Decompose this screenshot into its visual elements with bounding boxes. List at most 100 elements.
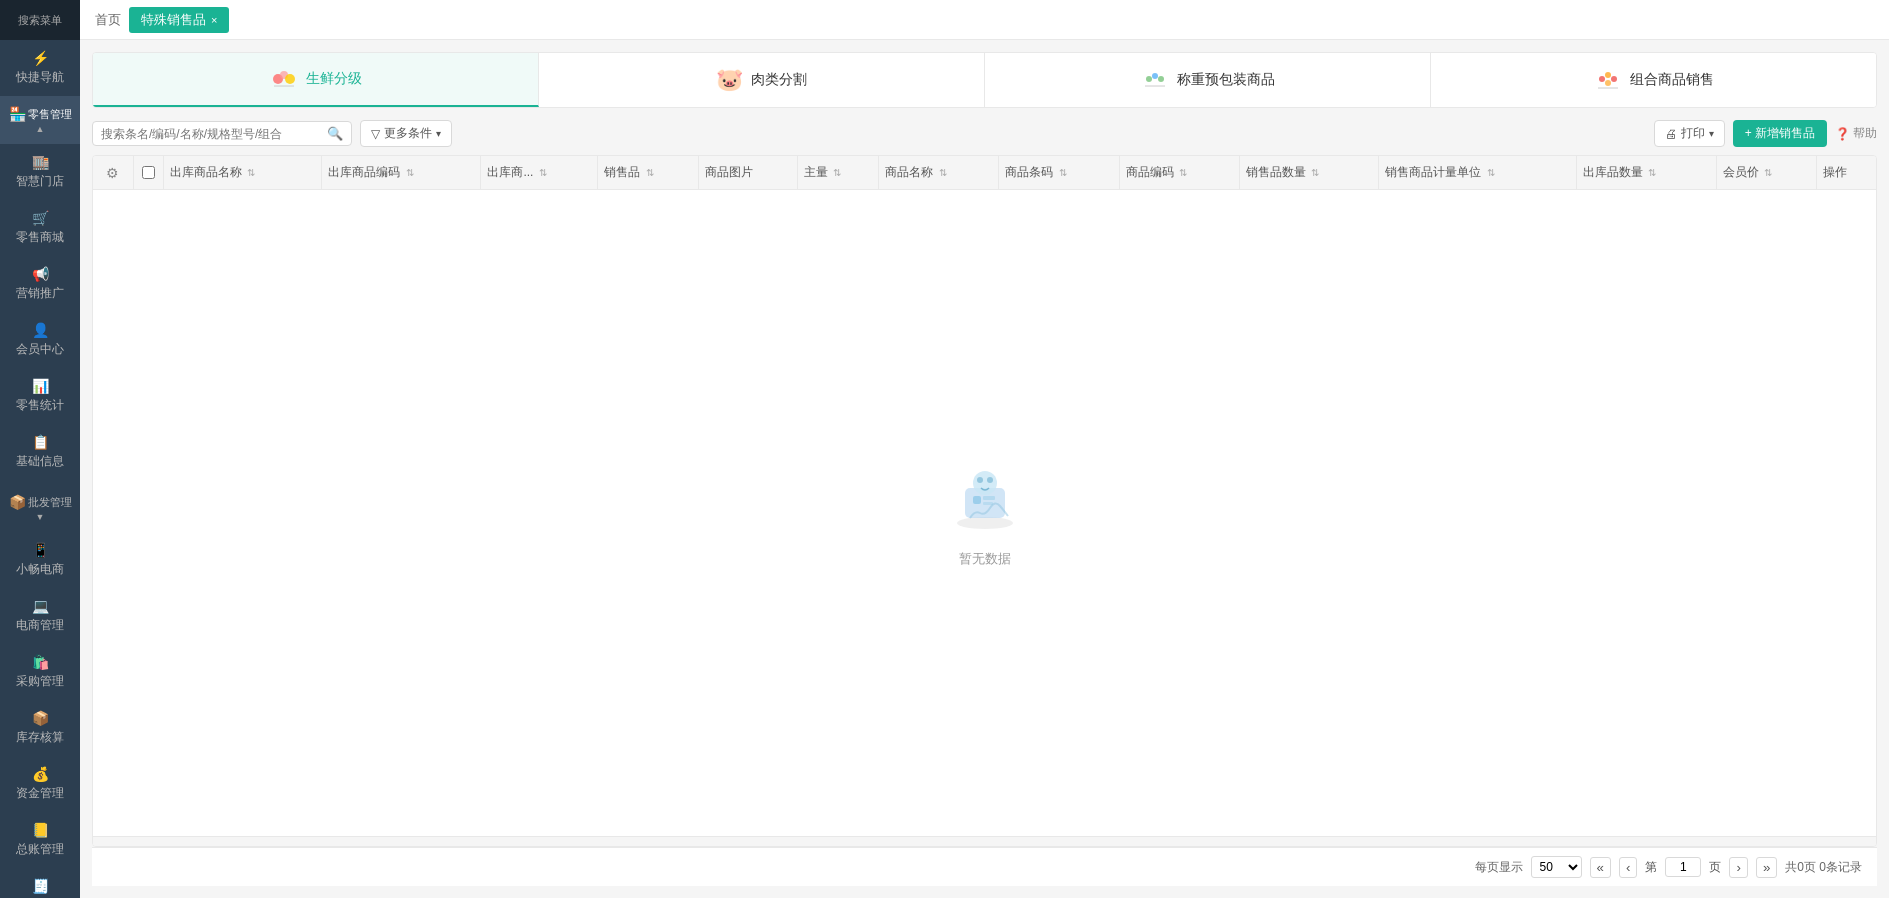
total-records: 共0页 0条记录	[1785, 859, 1862, 876]
sidebar-item-retail-stats[interactable]: 📊 零售统计	[0, 368, 80, 424]
sidebar-item-retail-mall[interactable]: 🛒 零售商城	[0, 200, 80, 256]
smart-store-icon: 🏬	[32, 154, 49, 170]
svg-point-9	[1605, 72, 1611, 78]
th-out-qty[interactable]: 出库品数量 ⇅	[1577, 156, 1717, 190]
search-input[interactable]	[101, 127, 322, 141]
cat-tab-weighing-prepack[interactable]: 称重预包装商品	[985, 53, 1431, 107]
svg-point-11	[1605, 80, 1611, 86]
sidebar-item-wholesale-mgmt[interactable]: 📦 批发管理 ▼	[0, 484, 80, 532]
sort-arrows-out-name: ⇅	[247, 167, 255, 178]
filter-dropdown-icon: ▾	[436, 128, 441, 139]
sidebar-item-smart-store[interactable]: 🏬 智慧门店	[0, 144, 80, 200]
retail-mgmt-arrow: ▲	[36, 124, 45, 134]
th-action: 操作	[1817, 156, 1876, 190]
sidebar-item-marketing[interactable]: 📢 营销推广	[0, 256, 80, 312]
sort-arrows-product-code: ⇅	[1179, 167, 1187, 178]
print-label: 打印	[1681, 125, 1705, 142]
search-icon[interactable]: 🔍	[327, 126, 343, 141]
horizontal-scrollbar[interactable]	[93, 836, 1876, 846]
sidebar-item-general-ledger[interactable]: 📒 总账管理	[0, 812, 80, 868]
svg-point-8	[1599, 76, 1605, 82]
th-product-name[interactable]: 商品名称 ⇅	[879, 156, 999, 190]
th-sale-item[interactable]: 销售品 ⇅	[598, 156, 699, 190]
print-button[interactable]: 🖨 打印 ▾	[1654, 120, 1725, 147]
th-member-price[interactable]: 会员价 ⇅	[1716, 156, 1817, 190]
inventory-icon: 📦	[32, 710, 49, 726]
th-product-code[interactable]: 商品编码 ⇅	[1119, 156, 1239, 190]
close-tab-button[interactable]: ×	[211, 14, 217, 26]
select-all-checkbox[interactable]	[142, 166, 155, 179]
svg-point-4	[1146, 76, 1152, 82]
first-page-button[interactable]: «	[1590, 857, 1611, 878]
prev-page-button[interactable]: ‹	[1619, 857, 1637, 878]
wholesale-mgmt-icon: 📦	[9, 494, 26, 510]
fresh-grade-icon	[270, 68, 298, 90]
printer-icon: 🖨	[1665, 127, 1677, 141]
th-sale-qty[interactable]: 销售品数量 ⇅	[1239, 156, 1379, 190]
sidebar-item-quick-nav[interactable]: ⚡ 快捷导航	[0, 40, 80, 96]
filter-icon: ▽	[371, 127, 380, 141]
basic-info-icon: 📋	[32, 434, 49, 450]
page-suffix: 页	[1709, 859, 1721, 876]
th-out-spec[interactable]: 出库商... ⇅	[481, 156, 598, 190]
quick-nav-icon: ⚡	[32, 50, 49, 66]
breadcrumb-home[interactable]: 首页	[95, 11, 121, 29]
next-page-button[interactable]: ›	[1729, 857, 1747, 878]
retail-mgmt-icon: 🏪	[9, 106, 26, 122]
help-button[interactable]: ❓ 帮助	[1835, 125, 1877, 142]
sidebar-item-purchase-mgmt[interactable]: 🛍️ 采购管理	[0, 644, 80, 700]
sort-arrows-out-code: ⇅	[406, 167, 414, 178]
th-barcode[interactable]: 商品条码 ⇅	[999, 156, 1119, 190]
table-header-row: ⚙ 出库商品名称 ⇅ 出库商品编码 ⇅	[93, 156, 1876, 190]
svg-rect-18	[973, 496, 981, 504]
sidebar: 搜索菜单 ⚡ 快捷导航 🏪 零售管理 ▲ 🏬 智慧门店 🛒 零售商城 📢 营销推…	[0, 0, 80, 898]
data-table: ⚙ 出库商品名称 ⇅ 出库商品编码 ⇅	[93, 156, 1876, 190]
last-page-button[interactable]: »	[1756, 857, 1777, 878]
sidebar-item-inventory[interactable]: 📦 库存核算	[0, 700, 80, 756]
th-sale-unit[interactable]: 销售商品计量单位 ⇅	[1379, 156, 1577, 190]
th-checkbox[interactable]	[133, 156, 163, 190]
filter-button[interactable]: ▽ 更多条件 ▾	[360, 120, 452, 147]
sidebar-item-finance[interactable]: 💰 资金管理	[0, 756, 80, 812]
svg-point-10	[1611, 76, 1617, 82]
sort-arrows-sale-unit: ⇅	[1487, 167, 1495, 178]
sidebar-item-invoice-mgmt[interactable]: 🧾 发票管理	[0, 868, 80, 898]
search-box[interactable]: 🔍	[92, 121, 352, 146]
cat-tab-combo-sales[interactable]: 组合商品销售	[1431, 53, 1876, 107]
svg-point-17	[987, 477, 993, 483]
sort-arrows-sale-qty: ⇅	[1311, 167, 1319, 178]
th-settings[interactable]: ⚙	[93, 156, 133, 190]
cat-tab-weighing-prepack-label: 称重预包装商品	[1177, 71, 1275, 89]
sidebar-item-members[interactable]: 👤 会员中心	[0, 312, 80, 368]
th-out-code[interactable]: 出库商品编码 ⇅	[322, 156, 481, 190]
combo-sales-icon	[1594, 69, 1622, 91]
th-main-unit[interactable]: 主量 ⇅	[797, 156, 878, 190]
sidebar-item-mini-program[interactable]: 📱 小畅电商	[0, 532, 80, 588]
toolbar: 🔍 ▽ 更多条件 ▾ 🖨 打印 ▾ + 新增销售品 ❓	[92, 120, 1877, 147]
sort-arrows-out-qty: ⇅	[1648, 167, 1656, 178]
cat-tab-fresh-grade-label: 生鲜分级	[306, 70, 362, 88]
column-settings-icon[interactable]: ⚙	[106, 165, 119, 181]
page-label: 第	[1645, 859, 1657, 876]
wholesale-arrow: ▼	[36, 512, 45, 522]
svg-point-6	[1158, 76, 1164, 82]
new-sale-item-button[interactable]: + 新增销售品	[1733, 120, 1827, 147]
sidebar-item-retail-mgmt[interactable]: 🏪 零售管理 ▲	[0, 96, 80, 144]
per-page-select[interactable]: 50 10 20 100	[1531, 856, 1582, 878]
sidebar-item-ecommerce-mgmt[interactable]: 💻 电商管理	[0, 588, 80, 644]
sort-arrows-product-name: ⇅	[939, 167, 947, 178]
page-input[interactable]	[1665, 857, 1701, 877]
svg-point-15	[973, 471, 997, 495]
cat-tab-fresh-grade[interactable]: 生鲜分级	[93, 53, 539, 107]
active-tab[interactable]: 特殊销售品 ×	[129, 7, 229, 33]
cat-tab-meat-cut[interactable]: 🐷 肉类分割	[539, 53, 985, 107]
th-image[interactable]: 商品图片	[699, 156, 798, 190]
sort-arrows-member-price: ⇅	[1764, 167, 1772, 178]
sidebar-item-basic-info[interactable]: 📋 基础信息	[0, 424, 80, 480]
category-tabs: 生鲜分级 🐷 肉类分割 称重预包装商品	[92, 52, 1877, 108]
th-out-name[interactable]: 出库商品名称 ⇅	[163, 156, 322, 190]
per-page-label: 每页显示	[1475, 859, 1523, 876]
svg-point-5	[1152, 73, 1158, 79]
svg-point-13	[957, 517, 1013, 529]
active-tab-label: 特殊销售品	[141, 11, 206, 29]
